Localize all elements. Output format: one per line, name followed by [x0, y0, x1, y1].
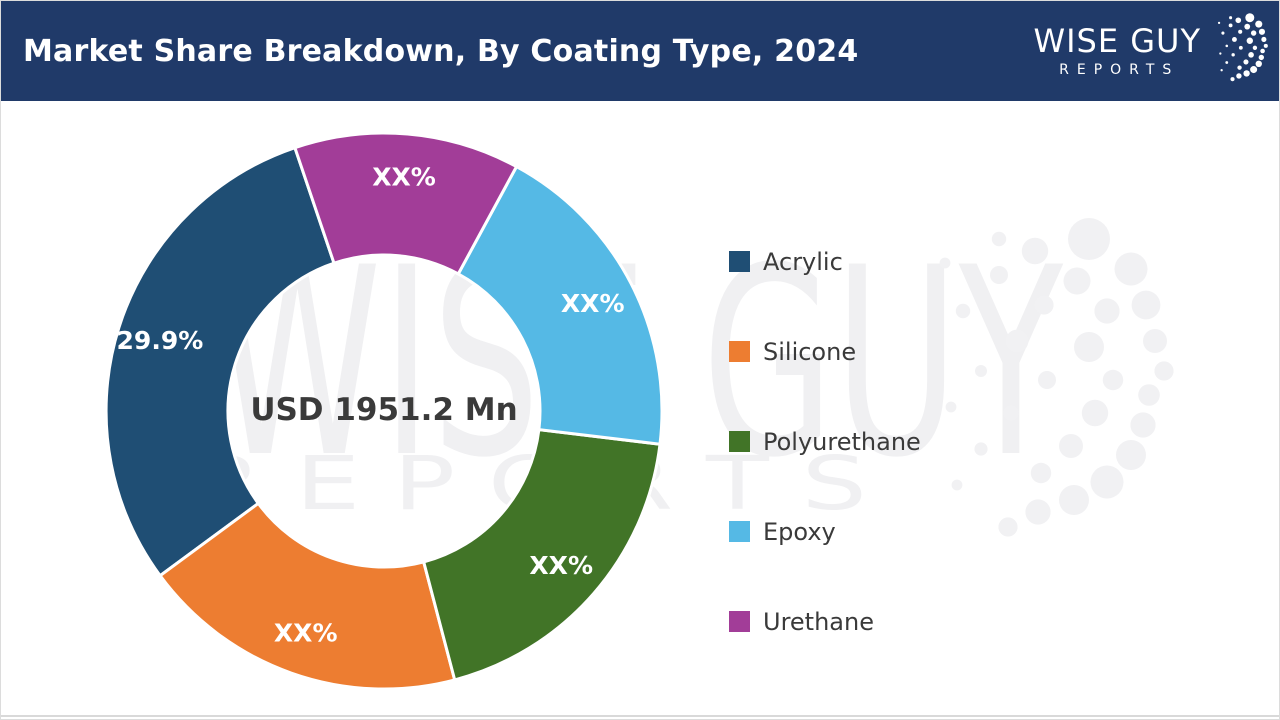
- segment-label-urethane: XX%: [372, 163, 436, 192]
- legend-item-silicone: Silicone: [729, 337, 921, 366]
- legend-item-epoxy: Epoxy: [729, 517, 921, 546]
- infographic-root: WISE GUY R E P O R T S Market Share Brea…: [0, 0, 1280, 720]
- legend-swatch-urethane: [729, 611, 750, 632]
- legend-label-acrylic: Acrylic: [763, 247, 843, 276]
- legend-swatch-polyurethane: [729, 431, 750, 452]
- legend-label-urethane: Urethane: [763, 607, 874, 636]
- donut-segment-acrylic: [104, 145, 336, 578]
- legend-item-polyurethane: Polyurethane: [729, 427, 921, 456]
- chart-legend: Acrylic Silicone Polyurethane Epoxy Urethane: [729, 248, 921, 698]
- segment-label-silicone: XX%: [274, 618, 338, 647]
- legend-item-urethane: Urethane: [729, 607, 921, 636]
- legend-label-polyurethane: Polyurethane: [763, 427, 921, 456]
- legend-item-acrylic: Acrylic: [729, 247, 921, 276]
- chart-center-value: USD 1951.2 Mn: [250, 392, 518, 428]
- segment-label-epoxy: XX%: [561, 289, 625, 318]
- doughnut-chart: 29.9% XX% XX% XX% XX%: [104, 131, 664, 691]
- legend-label-silicone: Silicone: [763, 337, 857, 366]
- legend-swatch-epoxy: [729, 521, 750, 542]
- legend-swatch-acrylic: [729, 251, 750, 272]
- legend-swatch-silicone: [729, 341, 750, 362]
- bottom-rule: [1, 715, 1279, 717]
- segment-label-polyurethane: XX%: [529, 551, 593, 580]
- segment-label-acrylic: 29.9%: [117, 326, 204, 355]
- legend-label-epoxy: Epoxy: [763, 517, 836, 546]
